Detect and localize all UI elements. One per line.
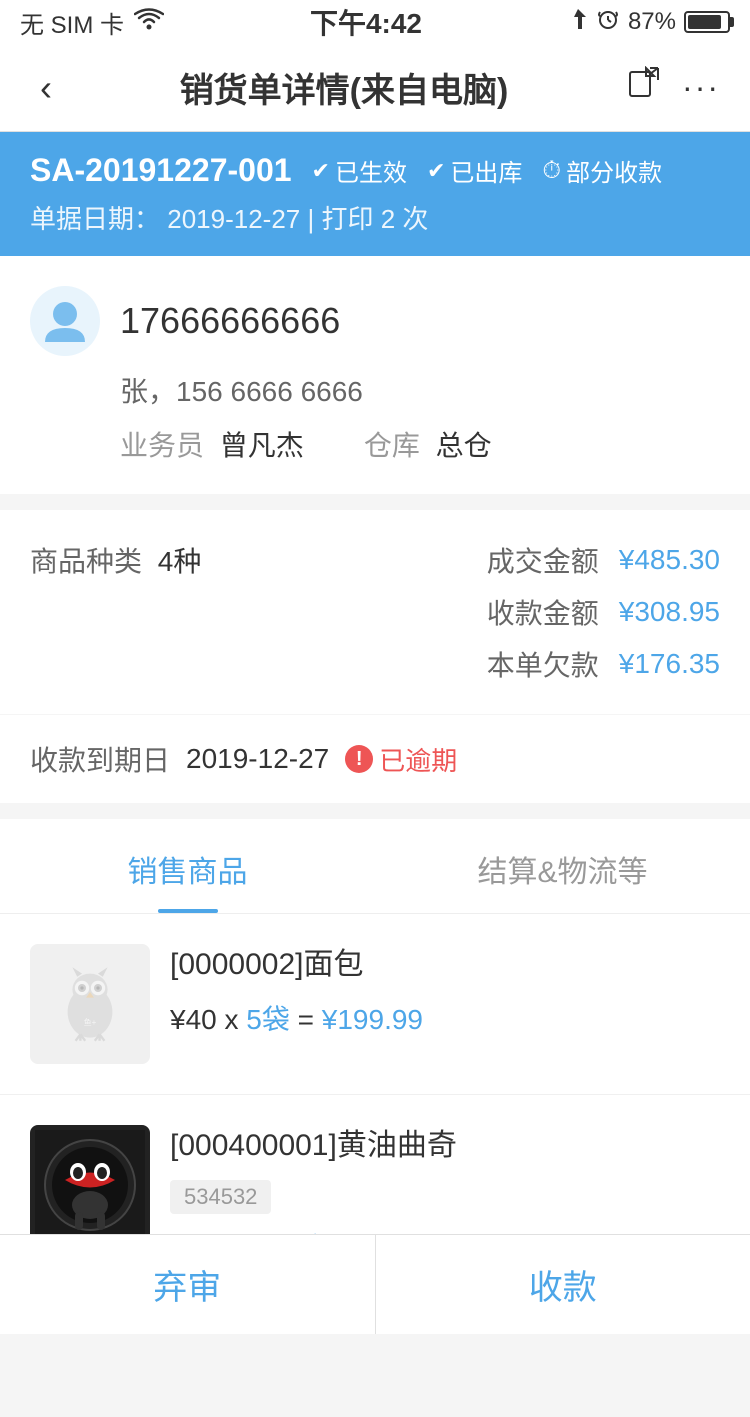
order-header-banner: SA-20191227-001 ✔ 已生效 ✔ 已出库 ⏱ 部分收款 单据日期：… (0, 132, 750, 256)
customer-phone: 17666666666 (120, 300, 340, 342)
status-right: 87% (568, 7, 730, 38)
deal-value: ¥485.30 (619, 544, 720, 576)
tabs: 销售商品 结算&物流等 (0, 819, 750, 914)
status-badge-shipped: ✔ 已出库 (427, 153, 522, 188)
tab-settlement-logistics[interactable]: 结算&物流等 (375, 819, 750, 913)
product-price-1: ¥40 x 5袋 = ¥199.99 (170, 998, 720, 1038)
customer-section: 17666666666 张，156 6666 6666 业务员 曾凡杰 仓库 总… (0, 256, 750, 494)
order-date-row: 单据日期： 2019-12-27 | 打印 2 次 (30, 199, 720, 236)
receipt-amount-row: 收款金额 ¥308.95 (487, 592, 720, 632)
product-sku-badge: 534532 (170, 1180, 271, 1214)
amounts: 成交金额 ¥485.30 收款金额 ¥308.95 本单欠款 ¥176.35 (487, 540, 720, 684)
customer-contact: 张，156 6666 6666 (30, 370, 720, 410)
alarm-icon (596, 7, 620, 38)
status-badge-active: ✔ 已生效 (312, 153, 407, 188)
kinds-value: 4种 (158, 546, 202, 577)
customer-meta: 业务员 曾凡杰 仓库 总仓 (30, 424, 720, 464)
due-date-section: 收款到期日 2019-12-27 ! 已逾期 (0, 715, 750, 803)
status-badge-partial: ⏱ 部分收款 (542, 153, 662, 188)
receipt-label: 收款金额 (487, 592, 599, 632)
page-title: 销货单详情(来自电脑) (180, 63, 509, 112)
overdue-icon: ! (345, 745, 373, 773)
overdue-text: 已逾期 (379, 741, 457, 778)
product-image-1: 鱼+ (30, 944, 150, 1064)
location-icon (568, 7, 588, 38)
deal-label: 成交金额 (487, 540, 599, 580)
order-id: SA-20191227-001 (30, 152, 292, 189)
bottom-bar: 弃审 收款 (0, 1234, 750, 1334)
stats-section: 商品种类 4种 成交金额 ¥485.30 收款金额 ¥308.95 本单欠款 ¥… (0, 510, 750, 714)
check-icon-shipped: ✔ (427, 158, 445, 184)
debt-value: ¥176.35 (619, 648, 720, 680)
wifi-icon (134, 8, 164, 37)
back-button[interactable]: ‹ (30, 57, 62, 119)
customer-main: 17666666666 (30, 286, 720, 356)
product-info-1: [0000002]面包 ¥40 x 5袋 = ¥199.99 (170, 944, 720, 1038)
product-name-2: [000400001]黄油曲奇 (170, 1125, 720, 1167)
more-button[interactable]: ··· (682, 69, 720, 106)
carrier-text: 无 SIM 卡 (20, 5, 124, 40)
check-icon-active: ✔ (312, 158, 330, 184)
debt-amount-row: 本单欠款 ¥176.35 (487, 644, 720, 684)
debt-label: 本单欠款 (487, 644, 599, 684)
receipt-value: ¥308.95 (619, 596, 720, 628)
nav-actions: ··· (626, 66, 720, 110)
product-kinds: 商品种类 4种 (30, 540, 201, 580)
status-bar: 无 SIM 卡 下午4:42 87 (0, 0, 750, 44)
sales-name: 曾凡杰 (220, 430, 304, 461)
status-left: 无 SIM 卡 (20, 5, 164, 40)
collect-payment-button[interactable]: 收款 (376, 1235, 750, 1334)
due-label: 收款到期日 (30, 739, 170, 779)
tab-sales-products[interactable]: 销售商品 (0, 819, 375, 913)
product-item: 鱼+ [0000002]面包 ¥40 x 5袋 = ¥199.99 (0, 914, 750, 1095)
warehouse-name: 总仓 (436, 430, 492, 461)
sales-label: 业务员 (120, 430, 204, 461)
battery-percent: 87% (628, 8, 676, 36)
product-name-1: [0000002]面包 (170, 944, 720, 986)
battery-icon (684, 11, 730, 33)
time-display: 下午4:42 (310, 2, 422, 42)
customer-avatar (30, 286, 100, 356)
svg-text:鱼+: 鱼+ (84, 1017, 97, 1027)
warehouse-label: 仓库 (364, 430, 420, 461)
share-button[interactable] (626, 66, 662, 110)
overdue-badge: ! 已逾期 (345, 741, 457, 778)
due-date: 2019-12-27 (186, 743, 329, 775)
nav-bar: ‹ 销货单详情(来自电脑) ··· (0, 44, 750, 132)
product-image-2 (30, 1125, 150, 1245)
clock-icon: ⏱ (542, 157, 561, 185)
cancel-review-button[interactable]: 弃审 (0, 1235, 376, 1334)
deal-amount-row: 成交金额 ¥485.30 (487, 540, 720, 580)
kinds-label: 商品种类 (30, 546, 142, 577)
